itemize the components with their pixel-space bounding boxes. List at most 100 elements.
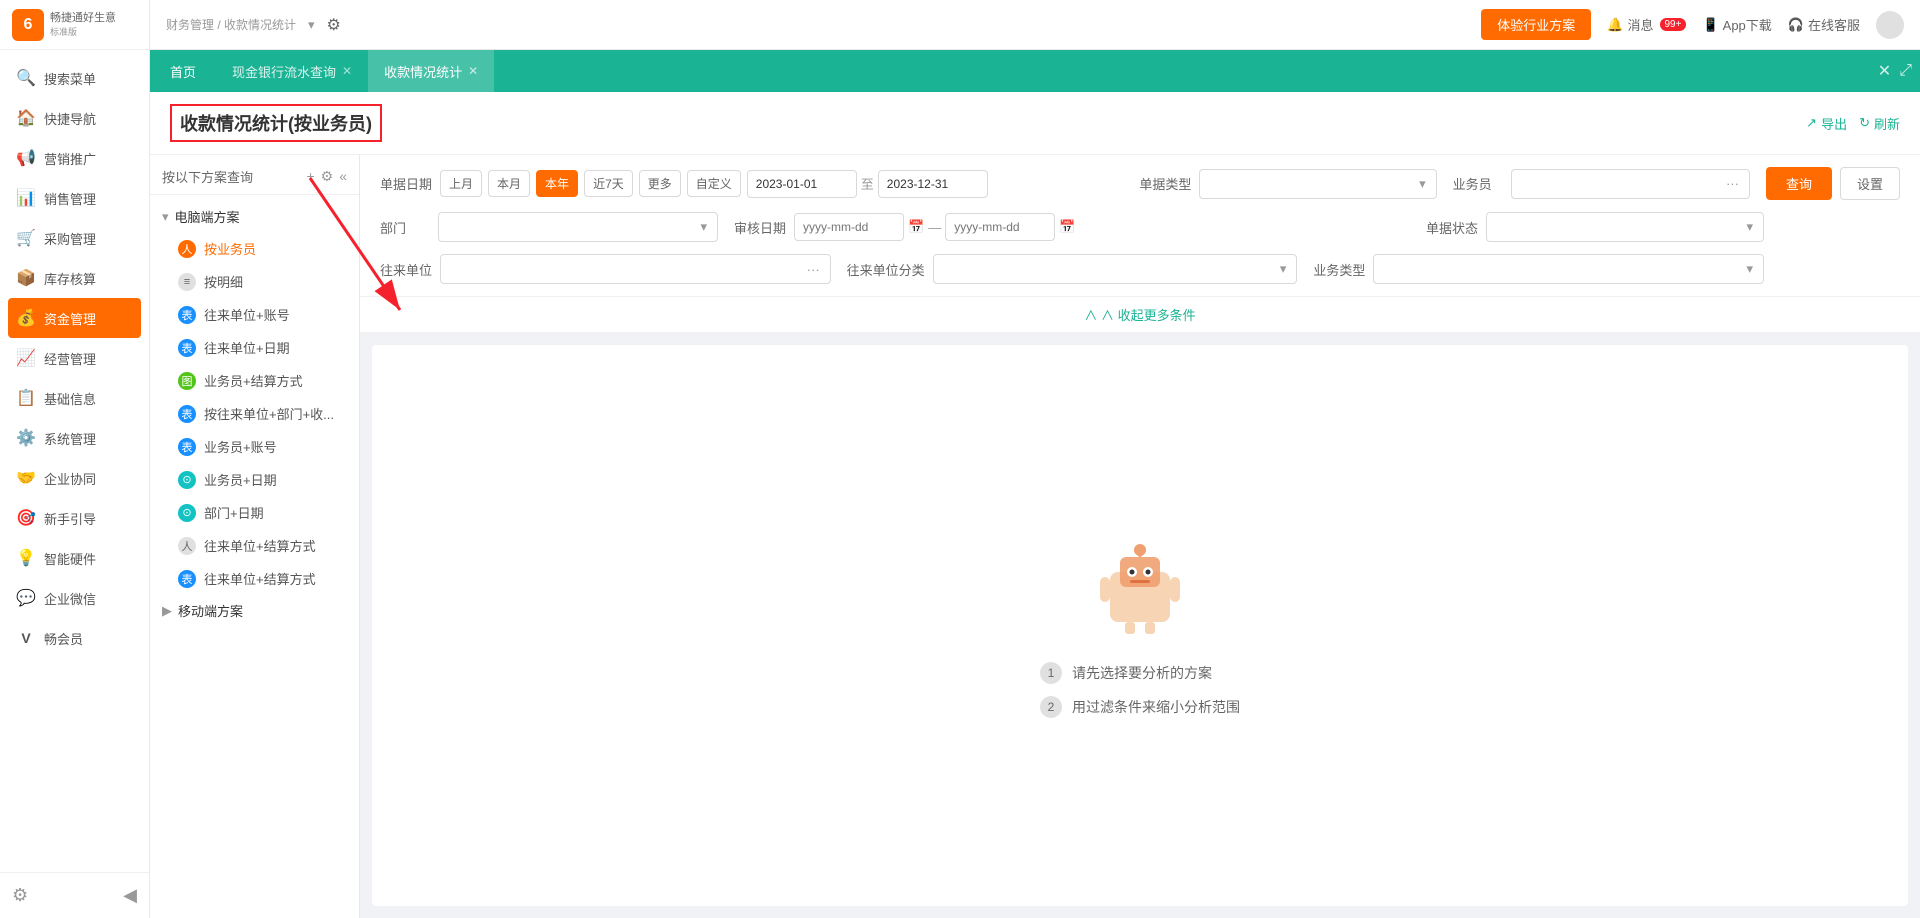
- desktop-group-arrow: ▾: [162, 209, 169, 225]
- filter-row-1: 单据日期 上月 本月 本年 近7天 更多 自定义: [380, 167, 1900, 200]
- tab-home[interactable]: 首页: [158, 50, 208, 92]
- topbar-left: 财务管理 / 收款情况统计 ▾ ⚙: [166, 15, 341, 35]
- filter-item-dept: 部门 ▾: [380, 212, 718, 242]
- scheme-add-icon[interactable]: +: [306, 168, 314, 185]
- review-to-input[interactable]: [945, 213, 1055, 241]
- step-2-num: 2: [1040, 696, 1062, 718]
- sidebar-item-sales[interactable]: 📊 销售管理: [0, 178, 149, 218]
- page-content: 收款情况统计(按业务员) ↗ 导出 ↻ 刷新 按以下方案查询 +: [150, 92, 1920, 918]
- scheme-list: ▾ 电脑端方案 人 按业务员 ≡ 按明细 表 往来单位+账号: [150, 195, 359, 918]
- sidebar-item-wechat[interactable]: 💬 企业微信: [0, 578, 149, 618]
- scheme-collapse-icon[interactable]: «: [339, 168, 347, 185]
- date-btn-custom[interactable]: 自定义: [687, 170, 741, 197]
- partner-category-label: 往来单位分类: [847, 260, 925, 279]
- sidebar-item-hardware[interactable]: 💡 智能硬件: [0, 538, 149, 578]
- date-from-input[interactable]: [747, 170, 857, 198]
- filter-query-actions: 查询 设置: [1766, 167, 1900, 200]
- empty-step-2: 2 用过滤条件来缩小分析范围: [1040, 696, 1240, 718]
- scheme-item-dept-date[interactable]: ⊙ 部门+日期: [150, 496, 359, 529]
- date-btn-last-month[interactable]: 上月: [440, 170, 482, 197]
- scheme-item-partner-settle2[interactable]: 表 往来单位+结算方式: [150, 562, 359, 595]
- review-calendar1-icon[interactable]: 📅: [908, 219, 924, 235]
- review-calendar2-icon[interactable]: 📅: [1059, 219, 1075, 235]
- scheme-item-salesperson[interactable]: 人 按业务员: [150, 232, 359, 265]
- scheme-salesperson-icon: 人: [178, 240, 196, 258]
- tab-collection-close[interactable]: ✕: [468, 64, 478, 78]
- date-btn-this-month[interactable]: 本月: [488, 170, 530, 197]
- empty-step-1: 1 请先选择要分析的方案: [1040, 662, 1240, 684]
- scheme-partner-date-icon: 表: [178, 339, 196, 357]
- sidebar-item-search[interactable]: 🔍 搜索菜单: [0, 58, 149, 98]
- query-button[interactable]: 查询: [1766, 167, 1832, 200]
- operations-icon: 📈: [16, 348, 36, 368]
- topbar-settings-icon[interactable]: ⚙: [327, 15, 341, 35]
- scheme-item-salesperson-date[interactable]: ⊙ 业务员+日期: [150, 463, 359, 496]
- export-button[interactable]: ↗ 导出: [1806, 114, 1847, 133]
- scheme-salesperson-settle-icon: 图: [178, 372, 196, 390]
- window-maximize-icon[interactable]: ⤢: [1899, 62, 1912, 80]
- window-close-icon[interactable]: ✕: [1878, 61, 1891, 81]
- review-date-range: 📅 — 📅: [794, 213, 1075, 241]
- doc-status-select[interactable]: ▾: [1486, 212, 1764, 242]
- dept-select[interactable]: ▾: [438, 212, 718, 242]
- topbar-actions: 体验行业方案 🔔 消息 99+ 📱 App下载 🎧 在线客服: [1481, 9, 1904, 40]
- tab-collection-stats[interactable]: 收款情况统计 ✕: [368, 50, 494, 92]
- sidebar-item-member[interactable]: V 畅会员: [0, 618, 149, 658]
- trial-button[interactable]: 体验行业方案: [1481, 9, 1591, 40]
- left-panel-icon-group: + ⚙ «: [306, 168, 347, 185]
- collapse-conditions-bar[interactable]: ∧ ∧ 收起更多条件: [360, 297, 1920, 333]
- review-date-label: 审核日期: [734, 218, 786, 237]
- left-panel: 按以下方案查询 + ⚙ « ▾ 电脑端方案 人 按业务员: [150, 155, 360, 918]
- scheme-item-partner-settle1[interactable]: 人 往来单位+结算方式: [150, 529, 359, 562]
- date-btn-7days[interactable]: 近7天: [584, 170, 633, 197]
- mobile-group[interactable]: ▶ 移动端方案: [150, 595, 359, 626]
- sidebar-item-operations[interactable]: 📈 经营管理: [0, 338, 149, 378]
- date-btn-more[interactable]: 更多: [639, 170, 681, 197]
- partner-label: 往来单位: [380, 260, 432, 279]
- scheme-item-salesperson-account[interactable]: 表 业务员+账号: [150, 430, 359, 463]
- user-avatar[interactable]: [1876, 11, 1904, 39]
- sidebar-settings-icon[interactable]: ⚙: [12, 885, 28, 906]
- sidebar-bottom: ⚙ ◀: [0, 872, 149, 918]
- filter-item-doc-status: 单据状态 ▾: [1426, 212, 1764, 242]
- doc-type-select[interactable]: ▾: [1199, 169, 1436, 199]
- scheme-item-partner-date[interactable]: 表 往来单位+日期: [150, 331, 359, 364]
- refresh-button[interactable]: ↻ 刷新: [1859, 114, 1900, 133]
- sidebar-item-newbie[interactable]: 🎯 新手引导: [0, 498, 149, 538]
- breadcrumb: 财务管理 / 收款情况统计: [166, 16, 296, 33]
- scheme-item-detail[interactable]: ≡ 按明细: [150, 265, 359, 298]
- empty-steps: 1 请先选择要分析的方案 2 用过滤条件来缩小分析范围: [1040, 662, 1240, 730]
- settings-button[interactable]: 设置: [1840, 167, 1900, 200]
- topbar-dropdown-icon[interactable]: ▾: [308, 17, 315, 33]
- tab-cashflow-close[interactable]: ✕: [342, 64, 352, 78]
- salesperson-select[interactable]: ···: [1511, 169, 1750, 199]
- sidebar-item-inventory[interactable]: 📦 库存核算: [0, 258, 149, 298]
- online-service-icon[interactable]: 🎧 在线客服: [1788, 15, 1860, 34]
- sidebar-collapse-icon[interactable]: ◀: [123, 885, 137, 906]
- partner-select[interactable]: ···: [440, 254, 831, 284]
- biz-type-select[interactable]: ▾: [1373, 254, 1764, 284]
- partner-category-select[interactable]: ▾: [933, 254, 1298, 284]
- scheme-item-partner-dept[interactable]: 表 按往来单位+部门+收...: [150, 397, 359, 430]
- scheme-item-partner-account[interactable]: 表 往来单位+账号: [150, 298, 359, 331]
- tab-cashflow[interactable]: 现金银行流水查询 ✕: [216, 50, 368, 92]
- scheme-settings-icon[interactable]: ⚙: [321, 168, 334, 185]
- sidebar-item-enterprise[interactable]: 🤝 企业协同: [0, 458, 149, 498]
- sidebar-item-purchase[interactable]: 🛒 采购管理: [0, 218, 149, 258]
- step-1-num: 1: [1040, 662, 1062, 684]
- sidebar-item-marketing[interactable]: 📢 营销推广: [0, 138, 149, 178]
- sidebar-item-finance[interactable]: 💰 资金管理: [8, 298, 141, 338]
- sidebar-item-system[interactable]: ⚙️ 系统管理: [0, 418, 149, 458]
- dept-chevron-icon: ▾: [700, 219, 707, 235]
- export-icon: ↗: [1806, 115, 1817, 131]
- review-from-input[interactable]: [794, 213, 904, 241]
- notification-icon[interactable]: 🔔 消息 99+: [1607, 15, 1686, 34]
- date-to-input[interactable]: [878, 170, 988, 198]
- app-download-icon[interactable]: 📱 App下载: [1702, 15, 1771, 34]
- date-btn-this-year[interactable]: 本年: [536, 170, 578, 197]
- desktop-group[interactable]: ▾ 电脑端方案: [150, 201, 359, 232]
- sidebar-item-quicknav[interactable]: 🏠 快捷导航: [0, 98, 149, 138]
- scheme-item-salesperson-settle[interactable]: 图 业务员+结算方式: [150, 364, 359, 397]
- sidebar-item-basic-info[interactable]: 📋 基础信息: [0, 378, 149, 418]
- filter-item-partner: 往来单位 ···: [380, 254, 831, 284]
